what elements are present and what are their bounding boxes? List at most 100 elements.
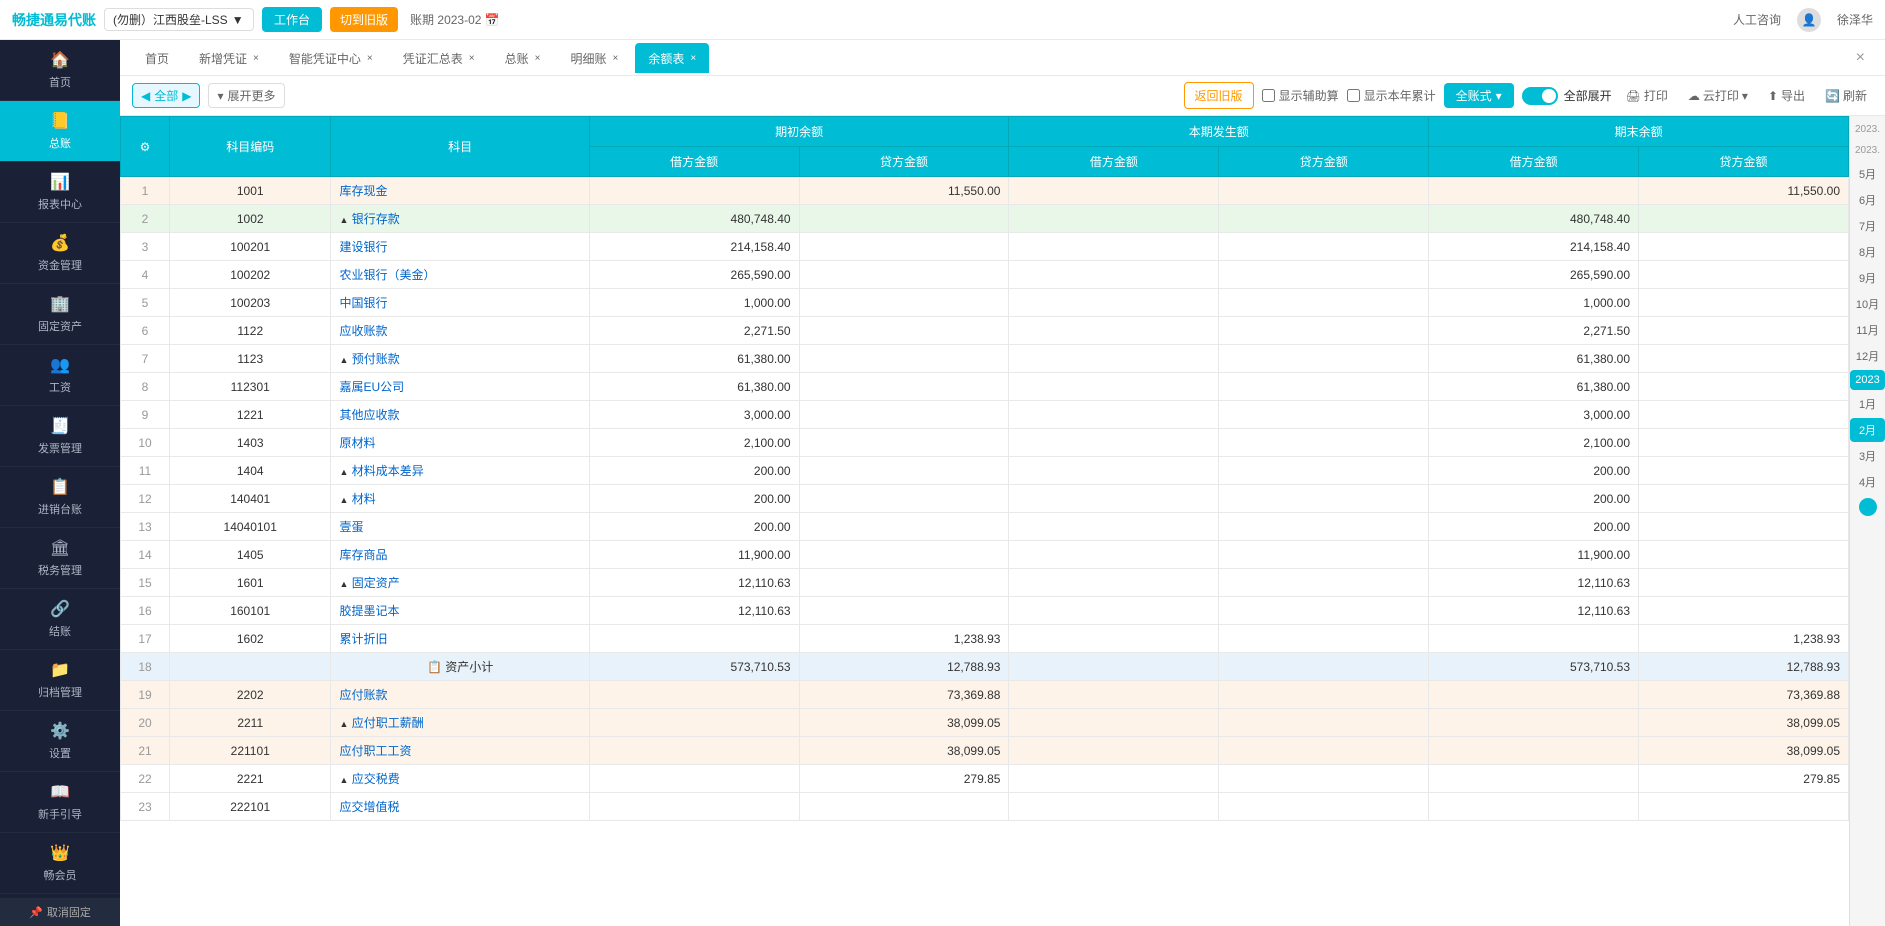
period-10[interactable]: 10月	[1850, 292, 1885, 316]
cell-name: 📋 资产小计	[331, 653, 589, 681]
sidebar-label-settings: 设置	[49, 745, 71, 761]
sidebar-item-assets[interactable]: 🏢 固定资产	[0, 284, 120, 345]
period-2[interactable]: 2月	[1850, 418, 1885, 442]
cell-name: 应付职工工资	[331, 737, 589, 765]
period-8[interactable]: 8月	[1850, 240, 1885, 264]
tab-voucher-summary[interactable]: 凭证汇总表 ×	[390, 43, 488, 73]
tab-new-voucher-close[interactable]: ×	[253, 53, 259, 64]
th-settings[interactable]: ⚙	[121, 117, 170, 177]
close-all-tabs[interactable]: ×	[1848, 49, 1873, 67]
period-7[interactable]: 7月	[1850, 214, 1885, 238]
cell-ob-credit: 279.85	[799, 765, 1009, 793]
cell-ob-debit: 1,000.00	[589, 289, 799, 317]
tab-smart-voucher[interactable]: 智能凭证中心 ×	[276, 43, 386, 73]
cell-eb-credit	[1639, 457, 1849, 485]
show-aux-checkbox[interactable]	[1262, 89, 1275, 102]
cell-ob-debit: 61,380.00	[589, 373, 799, 401]
cell-cur-debit	[1009, 597, 1219, 625]
balance-table-container: ⚙ 科目编码 科目 期初余额 本期发生额 期末余额 借方金额 贷方金额 借方金额…	[120, 116, 1849, 926]
period-year-2023[interactable]: 2023	[1850, 370, 1885, 390]
tab-balance-sheet[interactable]: 余额表 ×	[635, 43, 709, 73]
export-button[interactable]: ⬆ 导出	[1762, 84, 1811, 107]
cell-name: 胶提墨记本	[331, 597, 589, 625]
sidebar-item-archive[interactable]: 📁 归档管理	[0, 650, 120, 711]
table-row: 5 100203 中国银行 1,000.00 1,000.00	[121, 289, 1849, 317]
cell-ob-credit	[799, 597, 1009, 625]
period-12[interactable]: 12月	[1850, 344, 1885, 368]
cell-eb-debit: 214,158.40	[1429, 233, 1639, 261]
workbench-button[interactable]: 工作台	[262, 7, 322, 32]
tab-detail-ledger-close[interactable]: ×	[612, 53, 618, 64]
cell-cur-credit	[1219, 429, 1429, 457]
sidebar-item-settings[interactable]: ⚙️ 设置	[0, 711, 120, 772]
sidebar-item-salary[interactable]: 👥 工资	[0, 345, 120, 406]
tab-voucher-summary-close[interactable]: ×	[469, 53, 475, 64]
period-4[interactable]: 4月	[1850, 470, 1885, 494]
cell-ob-debit	[589, 709, 799, 737]
cell-eb-debit	[1429, 793, 1639, 821]
period-1[interactable]: 1月	[1850, 392, 1885, 416]
show-year-checkbox[interactable]	[1347, 89, 1360, 102]
expand-down-icon: ▾	[217, 89, 223, 103]
th-current-period: 本期发生额	[1009, 117, 1429, 147]
sidebar-item-finance[interactable]: 💰 资金管理	[0, 223, 120, 284]
tab-general-ledger-close[interactable]: ×	[535, 53, 541, 64]
cell-eb-credit	[1639, 597, 1849, 625]
cell-ob-credit	[799, 261, 1009, 289]
tab-new-voucher[interactable]: 新增凭证 ×	[186, 43, 272, 73]
cell-eb-credit	[1639, 233, 1849, 261]
period-6[interactable]: 6月	[1850, 188, 1885, 212]
cell-ob-debit	[589, 793, 799, 821]
tab-detail-ledger[interactable]: 明细账 ×	[557, 43, 631, 73]
cloud-print-button[interactable]: ☁ 云打印 ▾	[1682, 84, 1754, 107]
cell-eb-debit: 12,110.63	[1429, 569, 1639, 597]
company-selector[interactable]: (勿删）江西股垒-LSS ▼	[104, 8, 254, 31]
switch-old-version-button[interactable]: 切到旧版	[330, 7, 398, 32]
sidebar-bottom-label: 取消固定	[47, 904, 91, 920]
cell-eb-credit: 12,788.93	[1639, 653, 1849, 681]
expand-all-toggle[interactable]	[1522, 87, 1558, 105]
expand-more-button[interactable]: ▾ 展开更多	[208, 83, 284, 108]
refresh-button[interactable]: 🔄 刷新	[1819, 84, 1873, 107]
period-9[interactable]: 9月	[1850, 266, 1885, 290]
sidebar-item-reports[interactable]: 📊 报表中心	[0, 162, 120, 223]
ai-consult-link[interactable]: 人工咨询	[1733, 11, 1781, 28]
sidebar-label-member: 畅会员	[44, 867, 77, 883]
sidebar-item-closing[interactable]: 🔗 结账	[0, 589, 120, 650]
print-button[interactable]: 🖨 打印	[1620, 84, 1674, 107]
sidebar-item-invoice[interactable]: 🧾 发票管理	[0, 406, 120, 467]
cell-name: 嘉属EU公司	[331, 373, 589, 401]
cell-eb-credit	[1639, 793, 1849, 821]
sidebar-bottom-pin[interactable]: 📌 取消固定	[0, 898, 120, 926]
period-11[interactable]: 11月	[1850, 318, 1885, 342]
cell-ob-debit: 200.00	[589, 513, 799, 541]
sidebar-item-ledger[interactable]: 📒 总账	[0, 101, 120, 162]
cell-no: 14	[121, 541, 170, 569]
return-old-version-button[interactable]: 返回旧版	[1184, 82, 1254, 109]
all-filter-button[interactable]: ◀ 全部 ▶	[132, 83, 200, 108]
cell-cur-debit	[1009, 205, 1219, 233]
cell-name: ▲ 材料成本差异	[331, 457, 589, 485]
period-5[interactable]: 5月	[1850, 162, 1885, 186]
tab-general-ledger[interactable]: 总账 ×	[492, 43, 554, 73]
sidebar-item-tax[interactable]: 🏛 税务管理	[0, 528, 120, 589]
sidebar-item-member[interactable]: 👑 畅会员	[0, 833, 120, 894]
cell-ob-debit	[589, 737, 799, 765]
table-row: 13 14040101 壹蛋 200.00 200.00	[121, 513, 1849, 541]
main-layout: 🏠 首页 📒 总账 📊 报表中心 💰 资金管理 🏢 固定资产 👥 工资 🧾 发票…	[0, 40, 1885, 926]
archive-icon: 📁	[50, 660, 70, 680]
top-bar: 畅捷通易代账 (勿删）江西股垒-LSS ▼ 工作台 切到旧版 账期 2023-0…	[0, 0, 1885, 40]
cell-no: 19	[121, 681, 170, 709]
period-calendar-icon[interactable]: 📅	[485, 13, 500, 27]
content-area: ⚙ 科目编码 科目 期初余额 本期发生额 期末余额 借方金额 贷方金额 借方金额…	[120, 116, 1885, 926]
sidebar-item-home[interactable]: 🏠 首页	[0, 40, 120, 101]
tab-home[interactable]: 首页	[132, 43, 182, 73]
cell-ob-credit: 38,099.05	[799, 709, 1009, 737]
period-3[interactable]: 3月	[1850, 444, 1885, 468]
full-style-button[interactable]: 全账式 ▾	[1444, 83, 1514, 108]
sidebar-item-purchase[interactable]: 📋 进销台账	[0, 467, 120, 528]
sidebar-item-guide[interactable]: 📖 新手引导	[0, 772, 120, 833]
cell-eb-debit: 12,110.63	[1429, 597, 1639, 625]
tab-smart-voucher-close[interactable]: ×	[367, 53, 373, 64]
tab-balance-sheet-close[interactable]: ×	[690, 53, 696, 64]
